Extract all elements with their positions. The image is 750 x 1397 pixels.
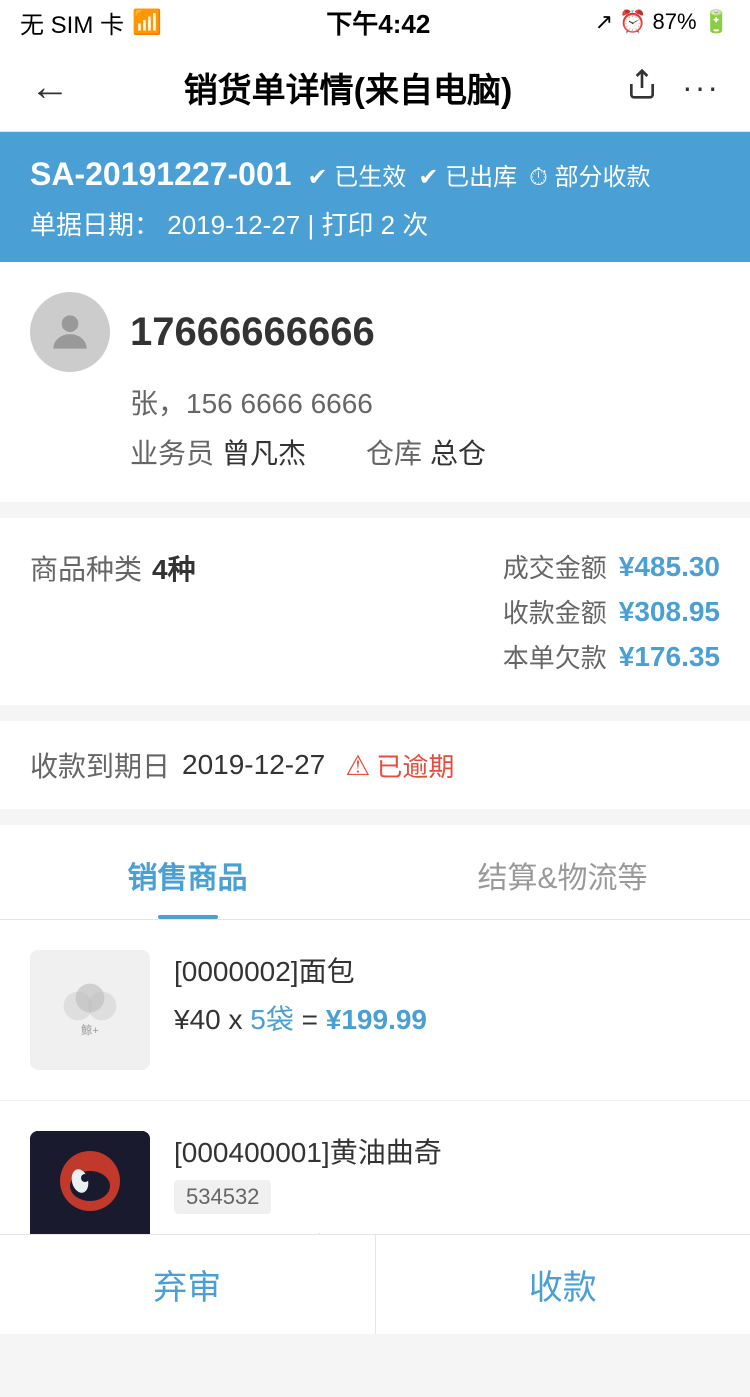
tab-settlement[interactable]: 结算&物流等 bbox=[375, 825, 750, 919]
svg-text:鲸+: 鲸+ bbox=[81, 1023, 99, 1037]
product-name-1: [0000002]面包 bbox=[174, 950, 720, 990]
due-label: 收款到期日 bbox=[30, 745, 170, 785]
collected-label: 收款金额 bbox=[503, 593, 607, 630]
carrier-text: 无 SIM 卡 bbox=[20, 5, 124, 40]
nav-icons: ··· bbox=[626, 68, 720, 108]
product-info-1: [0000002]面包 ¥40 x 5袋 = ¥199.99 bbox=[174, 950, 720, 1038]
warehouse-name: 总仓 bbox=[430, 432, 486, 472]
sales-label: 业务员 bbox=[130, 432, 214, 472]
page-title: 销货单详情(来自电脑) bbox=[184, 63, 513, 112]
product-price-1: ¥40 x 5袋 = ¥199.99 bbox=[174, 998, 720, 1038]
product-name-2: [000400001]黄油曲奇 bbox=[174, 1131, 720, 1171]
deal-amount-value: ¥485.30 bbox=[619, 551, 720, 583]
customer-avatar bbox=[30, 292, 110, 372]
list-item: 鲸+ [0000002]面包 ¥40 x 5袋 = ¥199.99 bbox=[0, 920, 750, 1101]
overdue-badge: ⚠ 已逾期 bbox=[345, 747, 454, 784]
collect-payment-button[interactable]: 收款 bbox=[376, 1235, 750, 1334]
badge-effective: ✔ 已生效 bbox=[308, 157, 407, 192]
customer-phone: 17666666666 bbox=[130, 310, 375, 355]
order-date-label: 单据日期： bbox=[30, 210, 160, 240]
battery-text: 87% bbox=[653, 9, 697, 35]
product-thumbnail-1: 鲸+ bbox=[30, 950, 150, 1070]
due-section: 收款到期日 2019-12-27 ⚠ 已逾期 bbox=[0, 721, 750, 809]
share-icon[interactable] bbox=[626, 68, 658, 108]
battery-icon: 🔋 bbox=[703, 9, 730, 35]
more-icon[interactable]: ··· bbox=[682, 69, 720, 106]
product-types-count: 4种 bbox=[152, 548, 196, 588]
tabs-section: 销售商品 结算&物流等 bbox=[0, 825, 750, 920]
deal-amount-label: 成交金额 bbox=[503, 548, 607, 585]
product-thumbnail-2 bbox=[30, 1131, 150, 1251]
location-icon: ↗ bbox=[595, 9, 613, 35]
customer-section: 17666666666 张，156 6666 6666 业务员 曾凡杰 仓库 总… bbox=[0, 262, 750, 502]
nav-bar: ← 销货单详情(来自电脑) ··· bbox=[0, 44, 750, 132]
order-date-value: 2019-12-27 bbox=[167, 210, 300, 240]
alarm-icon: ⏰ bbox=[619, 9, 646, 35]
abandon-review-button[interactable]: 弃审 bbox=[0, 1235, 376, 1334]
due-date-value: 2019-12-27 bbox=[182, 749, 325, 781]
badge-shipped: ✔ 已出库 bbox=[418, 157, 517, 192]
status-badges: ✔ 已生效 ✔ 已出库 ⏱ 部分收款 bbox=[308, 157, 651, 192]
sales-person: 曾凡杰 bbox=[222, 432, 306, 472]
overdue-icon: ⚠ bbox=[345, 749, 370, 782]
status-time: 下午4:42 bbox=[326, 4, 430, 41]
customer-name: 张，156 6666 6666 bbox=[130, 382, 720, 422]
status-left: 无 SIM 卡 📶 bbox=[20, 5, 162, 40]
status-bar: 无 SIM 卡 📶 下午4:42 ↗ ⏰ 87% 🔋 bbox=[0, 0, 750, 44]
product-types-label: 商品种类 bbox=[30, 548, 142, 588]
owed-label: 本单欠款 bbox=[503, 638, 607, 675]
order-print-info: | 打印 2 次 bbox=[307, 210, 428, 240]
wifi-icon: 📶 bbox=[132, 8, 162, 37]
salesperson-info: 业务员 曾凡杰 bbox=[130, 432, 306, 472]
owed-value: ¥176.35 bbox=[619, 641, 720, 673]
warehouse-label: 仓库 bbox=[366, 432, 422, 472]
tabs-row: 销售商品 结算&物流等 bbox=[0, 825, 750, 920]
status-right: ↗ ⏰ 87% 🔋 bbox=[595, 9, 730, 35]
badge-partial-payment: ⏱ 部分收款 bbox=[529, 157, 650, 192]
overdue-text: 已逾期 bbox=[376, 747, 454, 784]
order-id: SA-20191227-001 bbox=[30, 156, 292, 193]
summary-section: 商品种类 4种 成交金额 ¥485.30 收款金额 ¥308.95 本单欠款 ¥… bbox=[0, 518, 750, 705]
collected-value: ¥308.95 bbox=[619, 596, 720, 628]
product-sku-2: 534532 bbox=[174, 1180, 271, 1214]
back-button[interactable]: ← bbox=[30, 65, 70, 110]
tab-sales-products[interactable]: 销售商品 bbox=[0, 825, 375, 919]
warehouse-info: 仓库 总仓 bbox=[366, 432, 486, 472]
bottom-bar: 弃审 收款 bbox=[0, 1234, 750, 1334]
order-header: SA-20191227-001 ✔ 已生效 ✔ 已出库 ⏱ 部分收款 单据日期：… bbox=[0, 132, 750, 262]
order-date: 单据日期： 2019-12-27 | 打印 2 次 bbox=[30, 205, 720, 242]
